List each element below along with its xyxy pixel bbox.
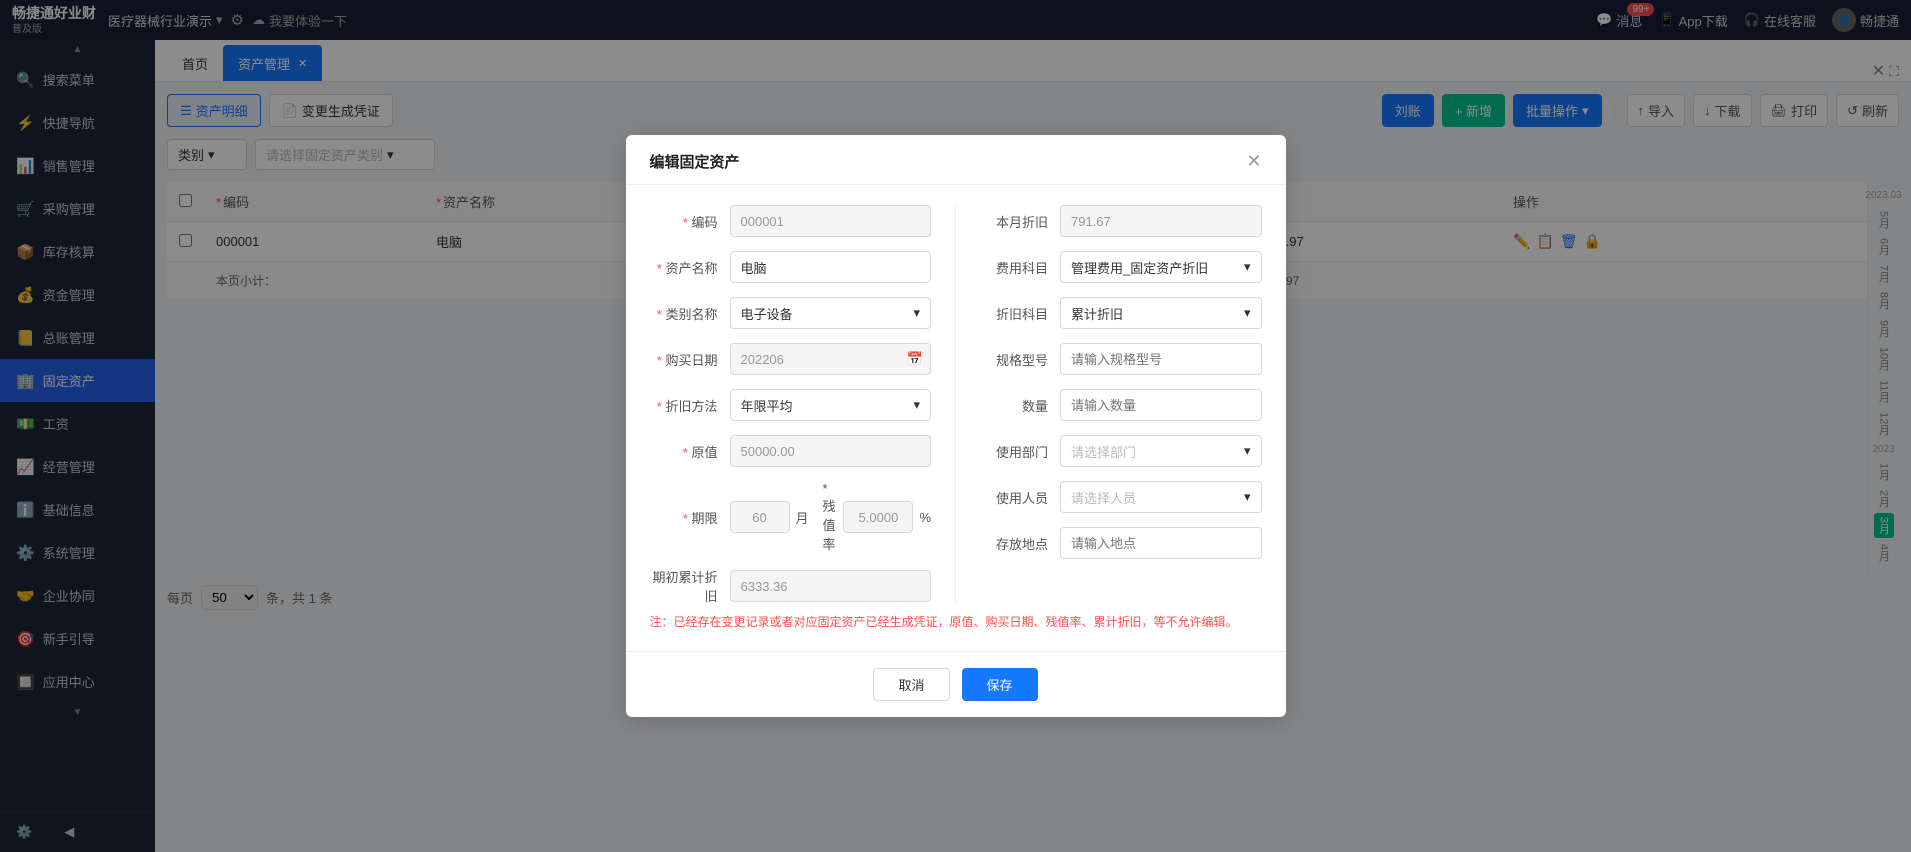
original-value-field: * 原值 [650,435,932,467]
purchase-date-field: * 购买日期 📅 [650,343,932,375]
asset-name-input[interactable] [730,251,932,283]
category-dropdown-icon: ▾ [913,305,920,321]
code-input[interactable] [730,205,932,237]
asset-name-field: * 资产名称 [650,251,932,283]
initial-depreciation-field: 期初累计折旧 [650,567,932,605]
modal-note: 注：已经存在变更记录或者对应固定资产已经生成凭证，原值、购买日期、残值率、累计折… [650,613,1262,631]
expense-dropdown-icon: ▾ [1244,259,1251,275]
period-input[interactable] [730,501,790,533]
calendar-icon[interactable]: 📅 [907,351,923,367]
purchase-date-input[interactable] [730,343,932,375]
depreciation-subject-select[interactable]: 累计折旧 ▾ [1060,297,1262,329]
department-select[interactable]: 请选择部门 ▾ [1060,435,1262,467]
depreciation-method-select[interactable]: 年限平均 ▾ [730,389,932,421]
modal-header: 编辑固定资产 ✕ [626,135,1286,185]
expense-subject-select[interactable]: 管理费用_固定资产折旧 ▾ [1060,251,1262,283]
user-dropdown-icon: ▾ [1244,489,1251,505]
modal-body: * 编码 * 资产名称 [626,185,1286,651]
original-value-input[interactable] [730,435,932,467]
modal-title: 编辑固定资产 [650,151,740,172]
user-field: 使用人员 请选择人员 ▾ [980,481,1262,513]
code-field: * 编码 [650,205,932,237]
depreciation-method-field: * 折旧方法 年限平均 ▾ [650,389,932,421]
initial-depreciation-input[interactable] [730,570,932,602]
cancel-button[interactable]: 取消 [873,668,949,701]
department-field: 使用部门 请选择部门 ▾ [980,435,1262,467]
category-select[interactable]: 电子设备 ▾ [730,297,932,329]
department-dropdown-icon: ▾ [1244,443,1251,459]
category-field: * 类别名称 电子设备 ▾ [650,297,932,329]
period-field: * 期限 月 * 残值率 [650,481,932,553]
modal-close-icon[interactable]: ✕ [1246,151,1261,172]
save-button[interactable]: 保存 [962,668,1038,701]
monthly-depreciation-field: 本月折旧 [980,205,1262,237]
modal-footer: 取消 保存 [626,651,1286,717]
quantity-input[interactable] [1060,389,1262,421]
user-select[interactable]: 请选择人员 ▾ [1060,481,1262,513]
location-input[interactable] [1060,527,1262,559]
method-dropdown-icon: ▾ [913,397,920,413]
quantity-field: 数量 [980,389,1262,421]
monthly-depreciation-input [1060,205,1262,237]
residual-rate-input[interactable] [843,501,913,533]
modal-overlay: 编辑固定资产 ✕ * 编码 [0,0,1911,852]
expense-subject-field: 费用科目 管理费用_固定资产折旧 ▾ [980,251,1262,283]
depsubject-dropdown-icon: ▾ [1244,305,1251,321]
location-field: 存放地点 [980,527,1262,559]
edit-asset-modal: 编辑固定资产 ✕ * 编码 [626,135,1286,717]
spec-field: 规格型号 [980,343,1262,375]
spec-input[interactable] [1060,343,1262,375]
depreciation-subject-field: 折旧科目 累计折旧 ▾ [980,297,1262,329]
